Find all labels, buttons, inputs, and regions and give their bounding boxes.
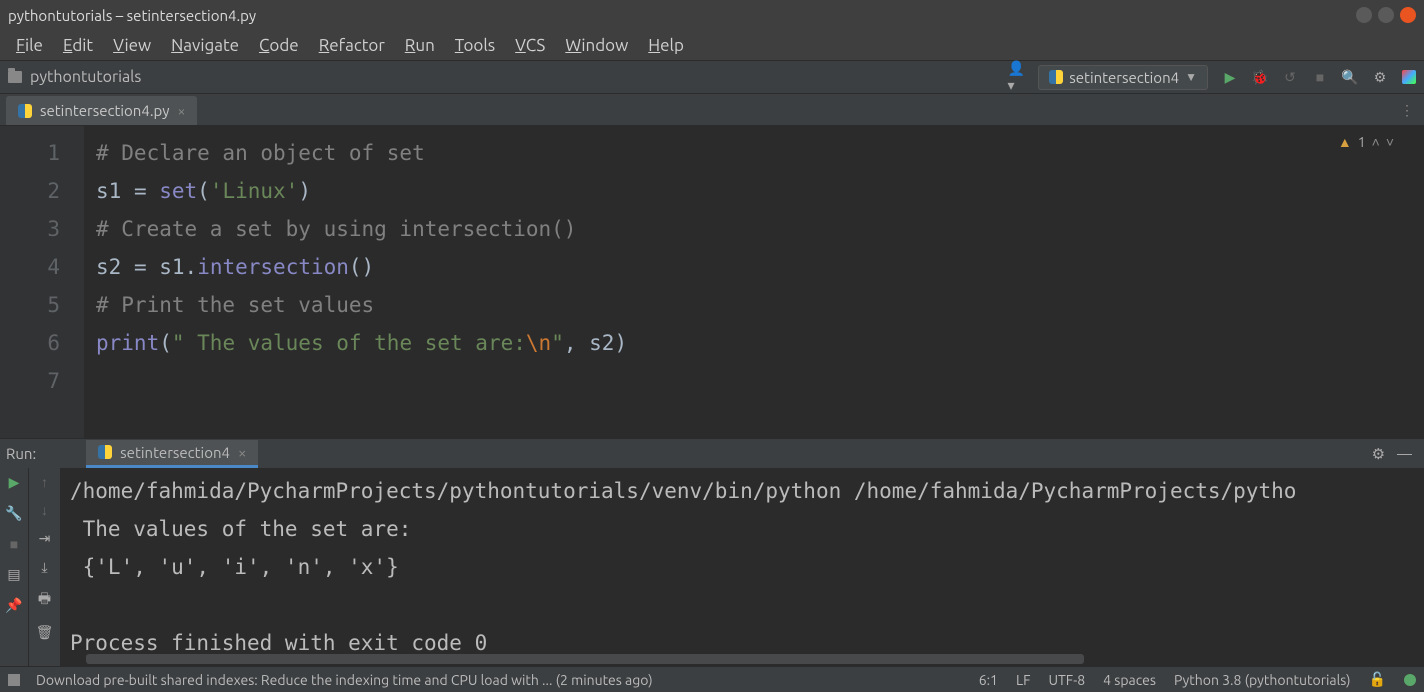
output-line: {'L', 'u', 'i', 'n', 'x'}: [70, 548, 1414, 586]
menu-edit[interactable]: Edit: [55, 34, 101, 57]
console-output[interactable]: /home/fahmida/PycharmProjects/pythontuto…: [60, 468, 1424, 666]
jetbrains-icon[interactable]: [1402, 70, 1416, 84]
python-interpreter[interactable]: Python 3.8 (pythontutorials): [1174, 672, 1351, 688]
caret-position[interactable]: 6:1: [979, 672, 998, 688]
line-gutter: 1234567: [0, 126, 84, 438]
status-bar: Download pre-built shared indexes: Reduc…: [0, 666, 1424, 692]
python-icon: [1049, 70, 1063, 84]
status-message[interactable]: Download pre-built shared indexes: Reduc…: [36, 672, 653, 688]
output-line: /home/fahmida/PycharmProjects/pythontuto…: [70, 472, 1414, 510]
menu-tools[interactable]: Tools: [447, 34, 503, 57]
down-icon[interactable]: ↓: [41, 502, 48, 518]
code-line[interactable]: # Create a set by using intersection(): [96, 210, 1412, 248]
pin-icon[interactable]: 📌: [5, 597, 22, 614]
line-number: 6: [8, 324, 60, 362]
menu-vcs[interactable]: VCS: [507, 34, 553, 57]
menu-help[interactable]: Help: [640, 34, 692, 57]
code-editor[interactable]: 1234567 # Declare an object of sets1 = s…: [0, 126, 1424, 438]
menu-navigate[interactable]: Navigate: [163, 34, 247, 57]
run-output-bar: ↑ ↓ ⇥ ⤓ 🖶 🗑: [28, 468, 60, 666]
add-user-icon[interactable]: 👤▾: [1008, 69, 1024, 85]
menu-code[interactable]: Code: [251, 34, 307, 57]
code-line[interactable]: s2 = s1.intersection(): [96, 248, 1412, 286]
menu-window[interactable]: Window: [557, 34, 636, 57]
run-tool-header: Run: setintersection4 × ⚙ —: [0, 438, 1424, 468]
code-line[interactable]: # Print the set values: [96, 286, 1412, 324]
coverage-button[interactable]: ↺: [1282, 69, 1298, 85]
run-tool-body: ▶ 🔧 ■ ▤ 📌 ↑ ↓ ⇥ ⤓ 🖶 🗑 /home/fahmida/Pych…: [0, 468, 1424, 666]
line-number: 5: [8, 286, 60, 324]
line-separator[interactable]: LF: [1016, 672, 1031, 688]
line-number: 3: [8, 210, 60, 248]
indent-setting[interactable]: 4 spaces: [1103, 672, 1156, 688]
lock-icon[interactable]: 🔓: [1369, 671, 1386, 688]
maximize-button[interactable]: [1378, 7, 1394, 23]
up-icon[interactable]: ↑: [41, 474, 48, 490]
file-encoding[interactable]: UTF-8: [1048, 672, 1085, 688]
menu-refactor[interactable]: Refactor: [311, 34, 393, 57]
run-tab[interactable]: setintersection4 ×: [86, 440, 258, 468]
python-icon: [98, 445, 112, 459]
window-title: pythontutorials – setintersection4.py: [8, 7, 256, 24]
inspection-badge[interactable]: ▲ 1 ˄ ˅: [1338, 134, 1394, 150]
tool-windows-icon[interactable]: [8, 674, 20, 686]
line-number: 7: [8, 362, 60, 400]
code-line[interactable]: [96, 362, 1412, 400]
wrench-icon[interactable]: 🔧: [5, 505, 22, 522]
more-icon[interactable]: ⋮: [1390, 96, 1424, 125]
search-icon[interactable]: 🔍: [1342, 69, 1358, 85]
output-line: [70, 586, 1414, 624]
warning-count: 1: [1358, 134, 1366, 150]
run-button[interactable]: ▶: [1222, 69, 1238, 85]
editor-tab-bar: setintersection4.py × ⋮: [0, 94, 1424, 126]
debug-button[interactable]: 🐞: [1252, 69, 1268, 85]
run-config-select[interactable]: setintersection4 ▼: [1038, 65, 1208, 90]
layout-icon[interactable]: ▤: [7, 566, 20, 583]
python-icon: [18, 104, 32, 118]
wrap-icon[interactable]: ⇥: [39, 530, 51, 547]
breadcrumb-project[interactable]: pythontutorials: [30, 68, 141, 86]
menu-bar: FileEditViewNavigateCodeRefactorRunTools…: [0, 30, 1424, 60]
chevron-up-icon[interactable]: ˄: [1372, 134, 1380, 150]
print-icon[interactable]: 🖶: [38, 588, 51, 612]
settings-icon[interactable]: ⚙: [1372, 445, 1385, 463]
warning-icon: ▲: [1338, 134, 1352, 150]
editor-tab[interactable]: setintersection4.py ×: [6, 96, 197, 125]
run-action-bar: ▶ 🔧 ■ ▤ 📌: [0, 468, 28, 666]
menu-file[interactable]: File: [8, 34, 51, 57]
horizontal-scrollbar[interactable]: [86, 654, 1084, 664]
menu-view[interactable]: View: [105, 34, 159, 57]
nav-bar: pythontutorials 👤▾ setintersection4 ▼ ▶ …: [0, 60, 1424, 94]
editor-tab-label: setintersection4.py: [40, 102, 170, 119]
minimize-panel-icon[interactable]: —: [1397, 445, 1412, 462]
run-label: Run:: [6, 445, 36, 462]
scroll-icon[interactable]: ⤓: [41, 559, 47, 576]
stop-button[interactable]: ■: [1312, 69, 1328, 85]
folder-icon: [8, 71, 22, 83]
output-line: The values of the set are:: [70, 510, 1414, 548]
line-number: 4: [8, 248, 60, 286]
code-line[interactable]: # Declare an object of set: [96, 134, 1412, 172]
code-line[interactable]: print(" The values of the set are:\n", s…: [96, 324, 1412, 362]
run-tab-label: setintersection4: [120, 444, 230, 461]
chevron-down-icon: ▼: [1185, 70, 1197, 84]
menu-run[interactable]: Run: [397, 34, 443, 57]
chevron-down-icon[interactable]: ˅: [1386, 134, 1394, 150]
close-icon[interactable]: ×: [178, 103, 186, 119]
code-line[interactable]: s1 = set('Linux'): [96, 172, 1412, 210]
trash-icon[interactable]: 🗑: [36, 624, 54, 641]
title-bar: pythontutorials – setintersection4.py: [0, 0, 1424, 30]
stop-icon[interactable]: ■: [10, 536, 18, 552]
line-number: 1: [8, 134, 60, 172]
close-button[interactable]: [1400, 7, 1416, 23]
line-number: 2: [8, 172, 60, 210]
rerun-button[interactable]: ▶: [9, 474, 20, 491]
minimize-button[interactable]: [1356, 7, 1372, 23]
settings-icon[interactable]: ⚙: [1372, 69, 1388, 85]
run-config-name: setintersection4: [1069, 69, 1179, 86]
close-icon[interactable]: ×: [238, 444, 246, 461]
code-area[interactable]: # Declare an object of sets1 = set('Linu…: [84, 126, 1424, 438]
status-indicator-icon[interactable]: [1404, 674, 1416, 686]
